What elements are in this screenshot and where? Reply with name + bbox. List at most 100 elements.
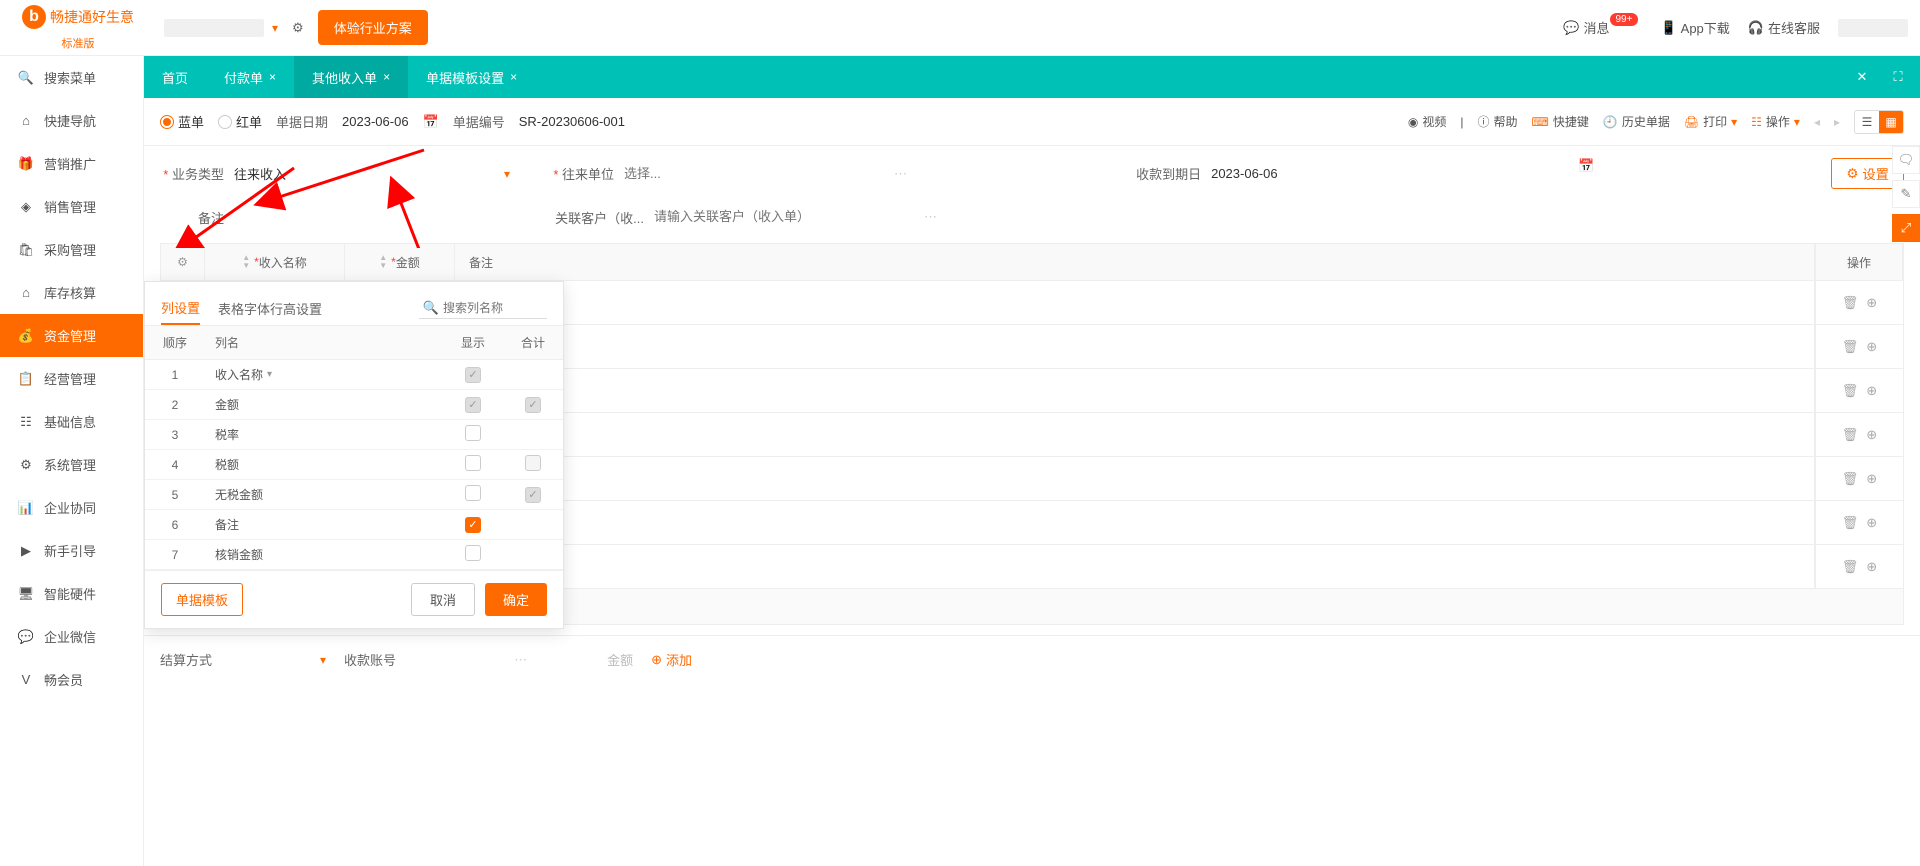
add-row-icon[interactable]: ⊕ bbox=[1866, 383, 1877, 399]
org-selector[interactable]: ▾ bbox=[164, 19, 278, 37]
message-link[interactable]: 💬 消息 99+ bbox=[1563, 18, 1642, 37]
delete-row-icon[interactable]: 🗑 bbox=[1842, 471, 1859, 487]
service-link[interactable]: 🎧 在线客服 bbox=[1748, 18, 1820, 37]
sidebar-item[interactable]: ◈销售管理 bbox=[0, 185, 143, 228]
checkbox[interactable]: ✓ bbox=[525, 487, 541, 503]
sidebar-item[interactable]: 🔍搜索菜单 bbox=[0, 56, 143, 99]
prev-icon[interactable]: ◂ bbox=[1814, 115, 1820, 129]
column-row[interactable]: 2金额✓✓ bbox=[145, 390, 563, 420]
add-row-icon[interactable]: ⊕ bbox=[1866, 515, 1877, 531]
related-customer-input[interactable] bbox=[654, 205, 914, 229]
checkbox[interactable] bbox=[465, 545, 481, 561]
delete-row-icon[interactable]: 🗑 bbox=[1842, 559, 1859, 575]
checkbox[interactable]: ✓ bbox=[525, 397, 541, 413]
chevron-down-icon[interactable]: ▾ bbox=[504, 167, 510, 181]
header-amount[interactable]: 金额 bbox=[396, 254, 420, 271]
chevron-down-icon[interactable]: ▾ bbox=[320, 653, 326, 667]
tab-close-icon[interactable]: × bbox=[383, 70, 390, 84]
tab[interactable]: 付款单× bbox=[206, 56, 294, 98]
column-row[interactable]: 5无税金额✓ bbox=[145, 480, 563, 510]
column-row[interactable]: 3税率 bbox=[145, 420, 563, 450]
add-link[interactable]: ⊕ 添加 bbox=[651, 650, 692, 669]
sidebar-item[interactable]: 📋经营管理 bbox=[0, 357, 143, 400]
sidebar-item[interactable]: 📊企业协同 bbox=[0, 486, 143, 529]
next-icon[interactable]: ▸ bbox=[1834, 115, 1840, 129]
remark-input[interactable] bbox=[234, 205, 494, 229]
tab-close-icon[interactable]: × bbox=[510, 70, 517, 84]
column-row[interactable]: 6备注✓ bbox=[145, 510, 563, 540]
cancel-button[interactable]: 取消 bbox=[411, 583, 475, 616]
sidebar-item[interactable]: 🎁营销推广 bbox=[0, 142, 143, 185]
doc-date-value[interactable]: 2023-06-06 bbox=[342, 114, 409, 129]
party-input[interactable] bbox=[624, 162, 884, 186]
sidebar-item[interactable]: 💬企业微信 bbox=[0, 615, 143, 658]
grid-settings-icon[interactable]: ⚙ bbox=[177, 255, 188, 269]
app-download-link[interactable]: 📱 App下载 bbox=[1660, 18, 1729, 37]
sidebar-item[interactable]: ⌂快捷导航 bbox=[0, 99, 143, 142]
more-icon[interactable]: ⋯ bbox=[894, 166, 909, 182]
list-view-icon[interactable]: ☰ bbox=[1855, 111, 1879, 133]
popup-search-input[interactable] bbox=[443, 301, 543, 315]
shortcut-button[interactable]: ⌨ 快捷键 bbox=[1532, 113, 1589, 130]
delete-row-icon[interactable]: 🗑 bbox=[1842, 339, 1859, 355]
tab-row-height[interactable]: 表格字体行高设置 bbox=[218, 293, 322, 324]
radio-blue[interactable]: 蓝单 bbox=[160, 112, 204, 131]
add-row-icon[interactable]: ⊕ bbox=[1866, 559, 1877, 575]
tab[interactable]: 单据模板设置× bbox=[408, 56, 535, 98]
sidebar-item[interactable]: 🖥智能硬件 bbox=[0, 572, 143, 615]
sidebar-item[interactable]: V畅会员 bbox=[0, 658, 143, 701]
radio-red[interactable]: 红单 bbox=[218, 112, 262, 131]
biztype-input[interactable]: 往来收入 bbox=[234, 160, 494, 188]
column-row[interactable]: 7核销金额 bbox=[145, 540, 563, 570]
checkbox[interactable]: ✓ bbox=[465, 517, 481, 533]
sidebar-item[interactable]: ☷基础信息 bbox=[0, 400, 143, 443]
checkbox[interactable]: ✓ bbox=[465, 367, 481, 383]
checkbox[interactable]: ✓ bbox=[465, 397, 481, 413]
ok-button[interactable]: 确定 bbox=[485, 583, 547, 616]
delete-row-icon[interactable]: 🗑 bbox=[1842, 383, 1859, 399]
user-info[interactable] bbox=[1838, 19, 1908, 37]
sidebar-item[interactable]: ▶新手引导 bbox=[0, 529, 143, 572]
print-button[interactable]: 🖨 打印 ▾ bbox=[1684, 113, 1737, 130]
tab-column-settings[interactable]: 列设置 bbox=[161, 292, 200, 325]
rail-edit-icon[interactable]: ✎ bbox=[1892, 180, 1920, 208]
tab-close-icon[interactable]: × bbox=[269, 70, 276, 84]
popup-search[interactable]: 🔍 bbox=[419, 298, 547, 319]
delete-row-icon[interactable]: 🗑 bbox=[1842, 515, 1859, 531]
fullscreen-icon[interactable]: ⛶ bbox=[1884, 63, 1912, 91]
checkbox[interactable] bbox=[465, 485, 481, 501]
sidebar-item[interactable]: ⌂库存核算 bbox=[0, 271, 143, 314]
rail-note-icon[interactable]: 🗨 bbox=[1892, 146, 1920, 174]
history-button[interactable]: 🕘 历史单据 bbox=[1603, 113, 1670, 130]
column-row[interactable]: 1收入名称 ▾✓ bbox=[145, 360, 563, 390]
delete-row-icon[interactable]: 🗑 bbox=[1842, 295, 1859, 311]
calendar-icon[interactable]: 📅 bbox=[423, 114, 439, 130]
tab-close-all-icon[interactable]: ✕ bbox=[1848, 63, 1876, 91]
header-income[interactable]: 收入名称 bbox=[259, 254, 307, 271]
more-icon[interactable]: ⋯ bbox=[924, 209, 939, 225]
calendar-icon[interactable]: 📅 bbox=[1578, 158, 1594, 189]
video-button[interactable]: ◉ 视频 bbox=[1408, 113, 1447, 130]
tab[interactable]: 首页 bbox=[144, 56, 206, 98]
help-button[interactable]: ⓘ 帮助 bbox=[1478, 113, 1518, 130]
checkbox[interactable] bbox=[465, 425, 481, 441]
column-row[interactable]: 4税额 bbox=[145, 450, 563, 480]
sidebar-item[interactable]: ⚙系统管理 bbox=[0, 443, 143, 486]
card-view-icon[interactable]: ▦ bbox=[1879, 111, 1903, 133]
template-button[interactable]: 单据模板 bbox=[161, 583, 243, 616]
add-row-icon[interactable]: ⊕ bbox=[1866, 339, 1877, 355]
action-button[interactable]: ☷ 操作 ▾ bbox=[1751, 113, 1800, 130]
add-row-icon[interactable]: ⊕ bbox=[1866, 471, 1877, 487]
duedate-input[interactable]: 2023-06-06 bbox=[1211, 162, 1351, 186]
rail-expand-icon[interactable]: ⤢ bbox=[1892, 214, 1920, 242]
tab[interactable]: 其他收入单× bbox=[294, 56, 408, 98]
checkbox[interactable] bbox=[465, 455, 481, 471]
more-icon[interactable]: ⋯ bbox=[514, 652, 529, 668]
sidebar-item[interactable]: 💰资金管理 bbox=[0, 314, 143, 357]
delete-row-icon[interactable]: 🗑 bbox=[1842, 427, 1859, 443]
view-toggle[interactable]: ☰ ▦ bbox=[1854, 110, 1904, 134]
add-row-icon[interactable]: ⊕ bbox=[1866, 427, 1877, 443]
sidebar-item[interactable]: 🛍采购管理 bbox=[0, 228, 143, 271]
try-industry-button[interactable]: 体验行业方案 bbox=[318, 10, 428, 45]
header-remark[interactable]: 备注 bbox=[469, 254, 493, 271]
